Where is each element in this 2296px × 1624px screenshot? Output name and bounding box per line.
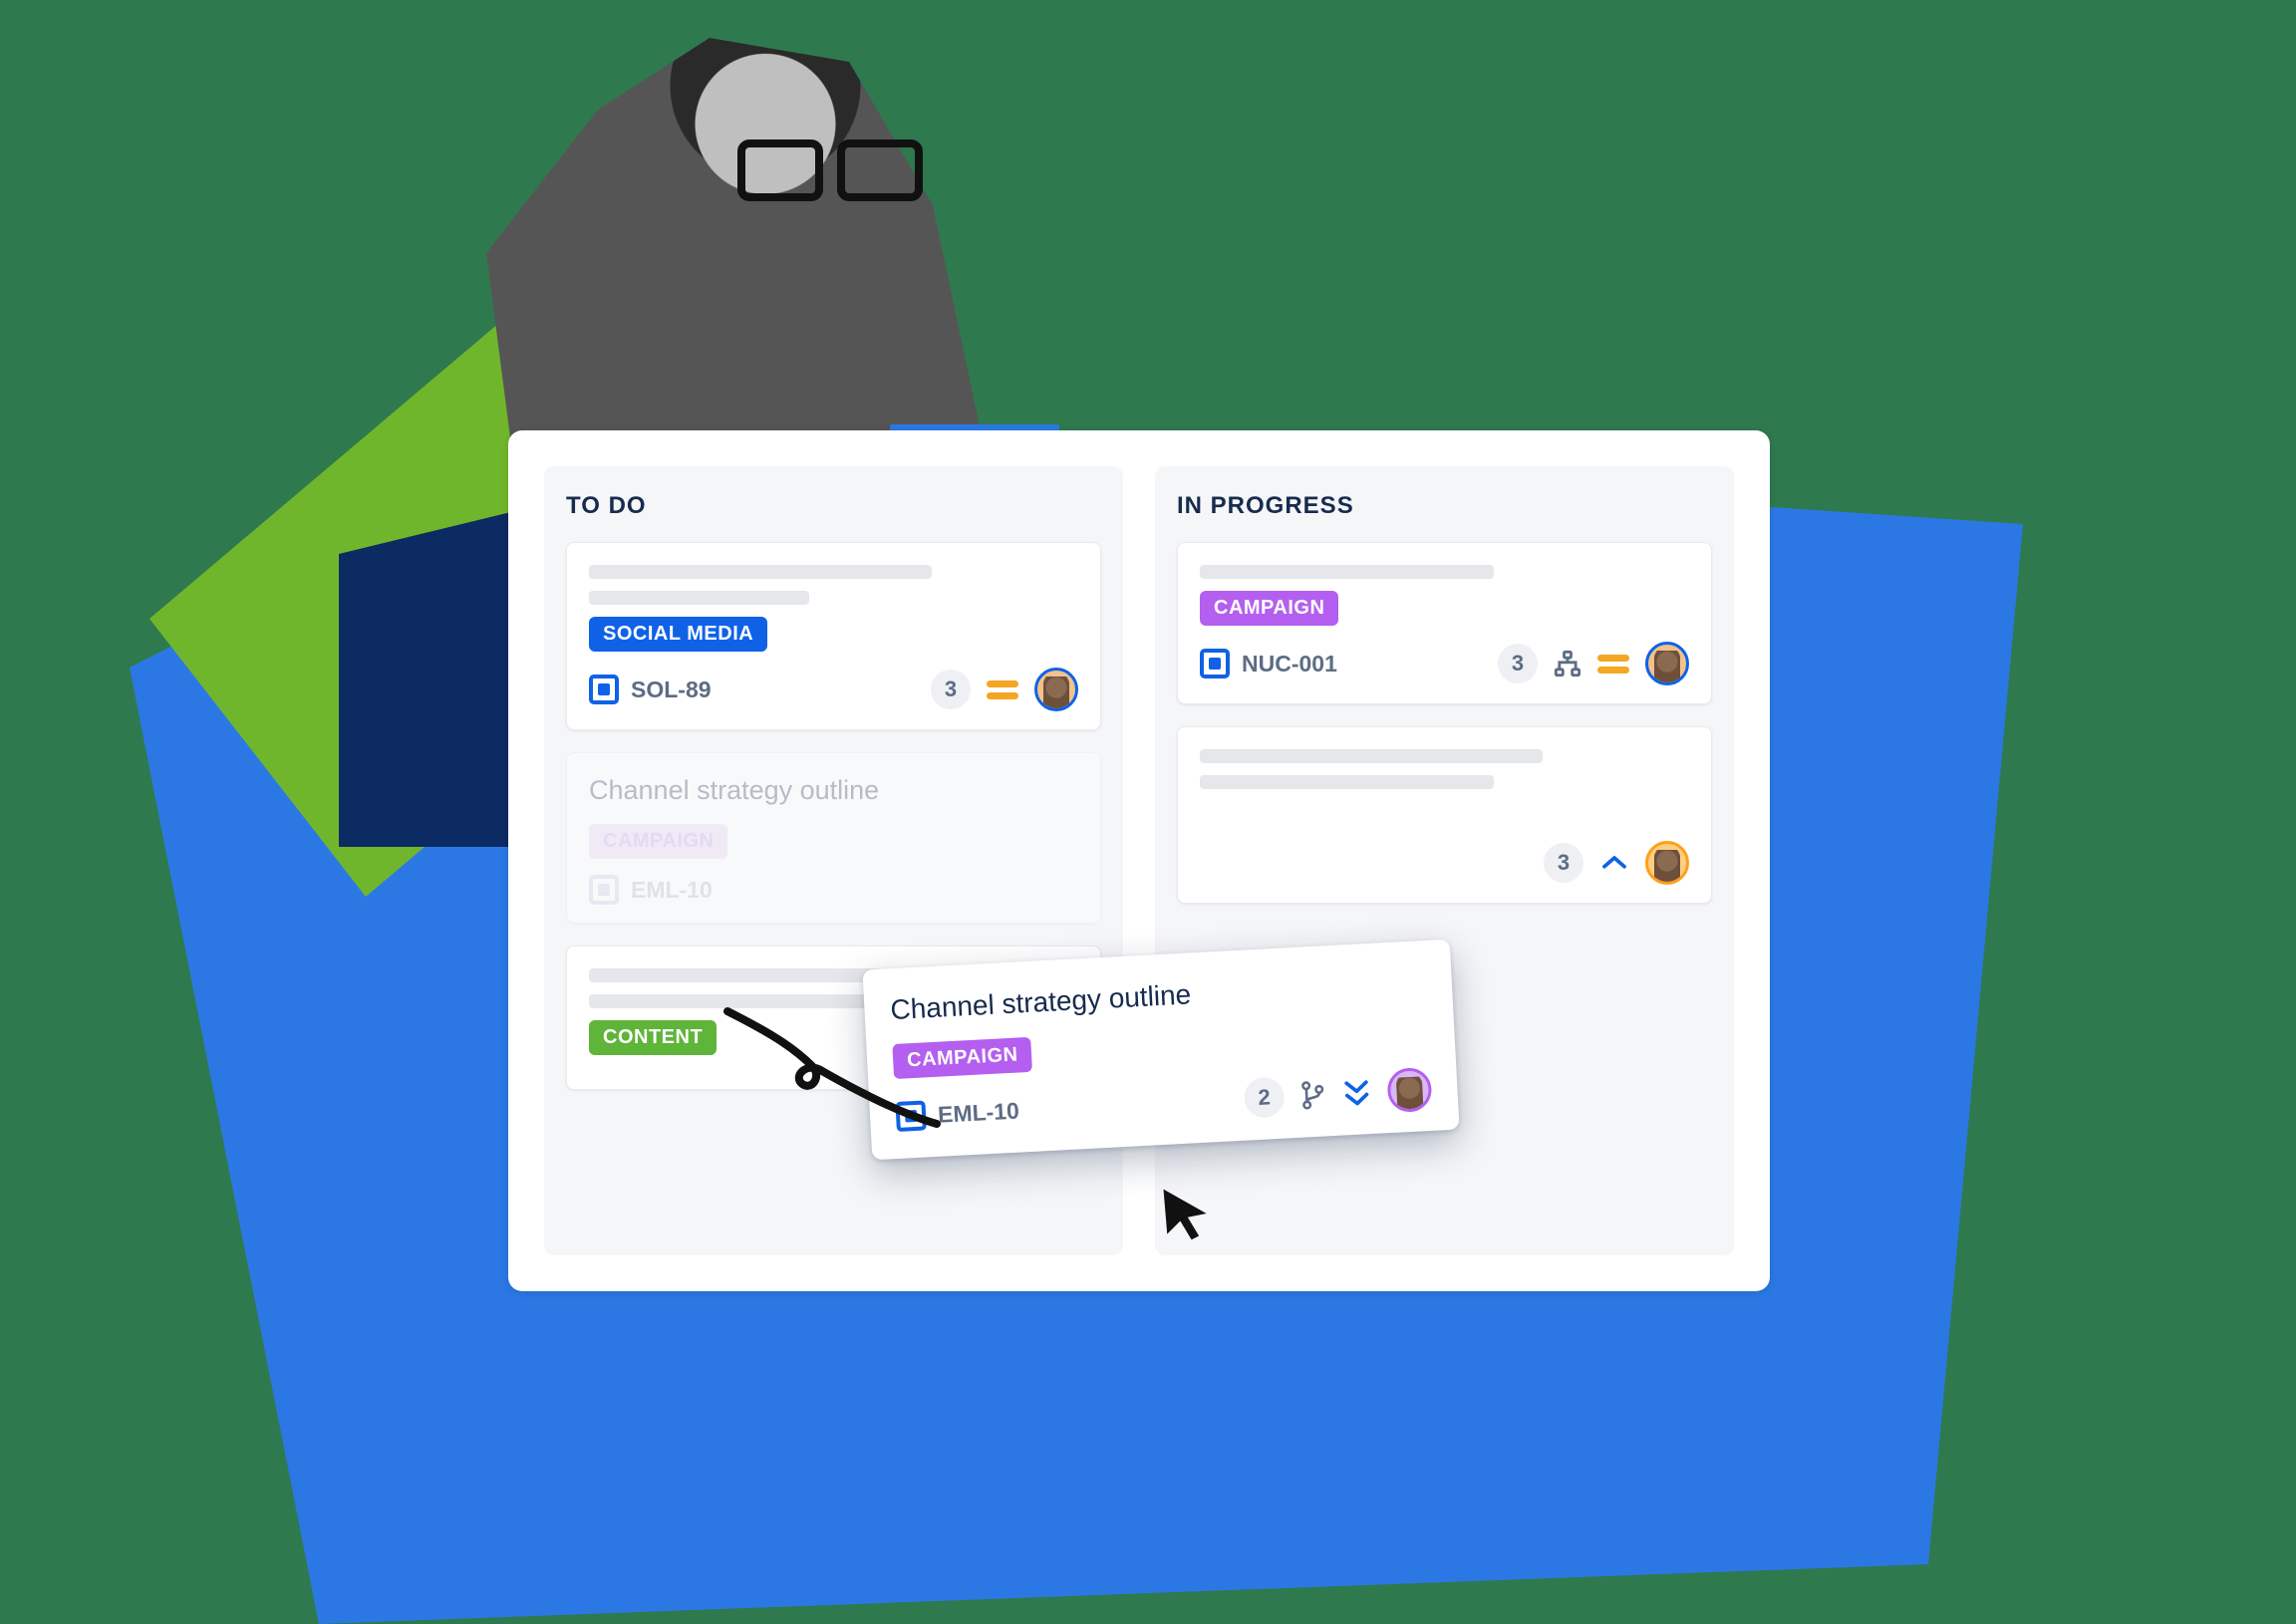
tag-content[interactable]: CONTENT <box>589 1020 717 1055</box>
priority-medium-icon <box>987 677 1018 701</box>
kanban-board: TO DO SOCIAL MEDIA SOL-89 3 Channel stra… <box>508 430 1770 1291</box>
assignee-avatar[interactable] <box>1386 1067 1432 1113</box>
priority-lowest-icon <box>1341 1077 1373 1109</box>
story-points-badge: 3 <box>1498 644 1538 683</box>
hand-drawn-arrow <box>718 996 947 1136</box>
card-sol-89[interactable]: SOCIAL MEDIA SOL-89 3 <box>566 542 1101 730</box>
column-title-todo: TO DO <box>566 492 1101 520</box>
assignee-avatar[interactable] <box>1645 642 1689 685</box>
issue-key[interactable]: NUC-001 <box>1242 651 1337 677</box>
story-points-badge: 2 <box>1244 1077 1286 1119</box>
issue-key[interactable]: SOL-89 <box>631 677 712 703</box>
story-icon <box>589 675 619 704</box>
decorative-glasses <box>737 139 917 189</box>
assignee-avatar[interactable] <box>1645 841 1689 885</box>
git-branch-icon <box>1299 1079 1327 1110</box>
assignee-avatar[interactable] <box>1034 668 1078 711</box>
decorative-person-photo <box>458 0 1016 468</box>
card-title-placeholder <box>589 968 883 982</box>
tag-campaign: CAMPAIGN <box>589 824 727 859</box>
hierarchy-icon <box>1554 650 1581 677</box>
card-title-placeholder <box>589 565 932 579</box>
card-inprogress-2[interactable]: 3 <box>1177 726 1712 904</box>
column-title-inprogress: IN PROGRESS <box>1177 492 1712 520</box>
tag-social-media[interactable]: SOCIAL MEDIA <box>589 617 767 652</box>
cursor-pointer-icon <box>1156 1184 1216 1243</box>
story-points-badge: 3 <box>931 670 971 709</box>
issue-key[interactable]: EML-10 <box>937 1097 1019 1128</box>
card-eml-10-ghost: Channel strategy outline CAMPAIGN EML-10 <box>566 752 1101 924</box>
issue-key: EML-10 <box>631 877 713 904</box>
card-title: Channel strategy outline <box>890 966 1427 1026</box>
story-icon <box>1200 649 1230 678</box>
story-points-badge: 3 <box>1544 843 1583 883</box>
card-title-placeholder <box>1200 775 1494 789</box>
priority-high-icon <box>1599 848 1629 878</box>
story-icon <box>589 875 619 905</box>
card-title-placeholder <box>589 591 809 605</box>
card-title-placeholder <box>1200 749 1543 763</box>
card-nuc-001[interactable]: CAMPAIGN NUC-001 3 <box>1177 542 1712 704</box>
tag-campaign[interactable]: CAMPAIGN <box>1200 591 1338 626</box>
priority-medium-icon <box>1597 652 1629 676</box>
card-title-placeholder <box>1200 565 1494 579</box>
dragging-card[interactable]: Channel strategy outline CAMPAIGN EML-10… <box>862 940 1459 1161</box>
card-title: Channel strategy outline <box>589 775 1078 806</box>
